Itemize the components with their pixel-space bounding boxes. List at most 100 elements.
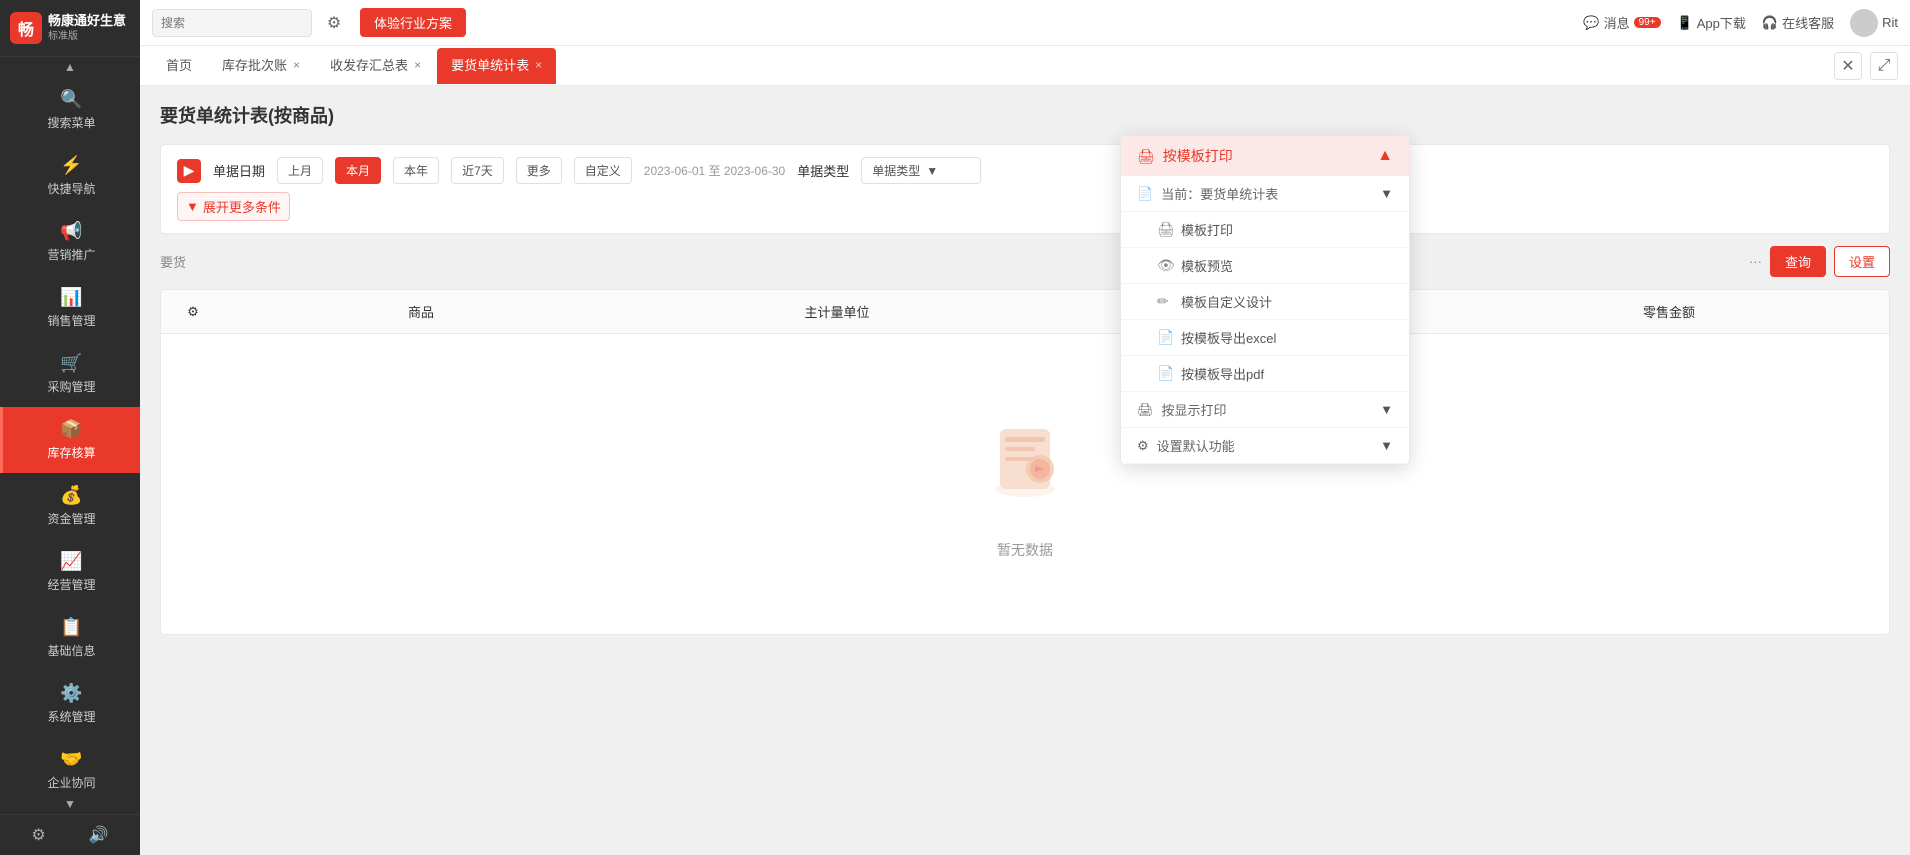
template-preview-label: 模板预览 [1181,256,1233,275]
sidebar-nav: 🔍 搜索菜单 ⚡ 快捷导航 📢 营销推广 📊 销售管理 🛒 采购管理 📦 库存核… [0,77,140,794]
order-type-select[interactable]: 单据类型 ▼ [861,157,981,184]
app-download-label: App下载 [1697,13,1746,32]
export-excel-label: 按模板导出excel [1181,328,1276,347]
settings-bottom-icon[interactable]: ⚙ [31,825,45,845]
purchase-nav-icon: 🛒 [60,353,82,374]
template-design-button[interactable]: ✏ 模板自定义设计 [1121,284,1409,319]
settings-button[interactable]: 设置 [1834,246,1890,277]
sidebar-item-purchase[interactable]: 🛒 采购管理 [0,341,140,407]
tab-batch-accounts-label: 库存批次账 [222,55,287,74]
default-function-chevron: ▼ [1380,438,1393,453]
template-print-button[interactable]: 🖨 模板打印 [1121,212,1409,247]
default-function-left: ⚙ 设置默认功能 [1137,436,1235,455]
sidebar-item-inventory[interactable]: 📦 库存核算 [0,407,140,473]
export-pdf-button[interactable]: 📄 按模板导出pdf [1121,356,1409,391]
tab-batch-accounts-close[interactable]: × [293,58,300,72]
tab-expand-button[interactable]: ⤢ [1870,52,1898,80]
date-btn-more[interactable]: 更多 [516,157,562,184]
app-download-icon: 📱 [1677,15,1693,31]
display-print-button[interactable]: 🖨 按显示打印 ▼ [1121,392,1409,427]
template-print-icon: 🖨 [1157,221,1173,238]
expand-icon: ▼ [186,199,199,214]
sidebar-item-sales[interactable]: 📊 销售管理 [0,275,140,341]
table-header: ⚙ 商品 主计量单位 主数量 零售金额 [161,290,1889,334]
sidebar-item-label-shortcut: 快捷导航 [47,180,95,197]
display-print-label: 按显示打印 [1162,400,1227,419]
operation-nav-icon: 📈 [60,551,82,572]
sidebar-item-shortcut[interactable]: ⚡ 快捷导航 [0,143,140,209]
sidebar-item-corp[interactable]: 🤝 企业协同 [0,737,140,794]
tab-receipt-summary-close[interactable]: × [414,58,421,72]
app-download-button[interactable]: 📱 App下载 [1677,13,1746,32]
query-button[interactable]: 查询 [1770,246,1826,277]
template-design-item: ✏ 模板自定义设计 [1121,284,1409,320]
table-col-settings[interactable]: ⚙ [173,304,213,320]
table-col-product: 商品 [213,302,629,321]
sidebar: 畅 畅康通好生意 标准版 ▲ 🔍 搜索菜单 ⚡ 快捷导航 📢 营销推广 📊 销售… [0,0,140,855]
date-filter-label: 单据日期 [213,161,265,180]
tab-batch-accounts[interactable]: 库存批次账 × [208,48,314,84]
sidebar-item-label-operation: 经营管理 [47,576,95,593]
sidebar-item-label-sales: 销售管理 [47,312,95,329]
sidebar-bottom: ⚙ 🔊 [0,814,140,855]
tab-home-label: 首页 [166,55,192,74]
date-btn-7days[interactable]: 近7天 [451,157,504,184]
filter-toggle-button[interactable]: ▶ [177,159,201,183]
more-options-icon[interactable]: ··· [1749,254,1762,269]
scroll-up-arrow[interactable]: ▲ [60,57,80,77]
order-type-select-label: 单据类型 [872,162,920,179]
sidebar-item-basic[interactable]: 📋 基础信息 [0,605,140,671]
current-template-item[interactable]: 📄 当前：要货单统计表 ▼ [1121,176,1409,211]
tab-bar: 首页 库存批次账 × 收发存汇总表 × 要货单统计表 × ✕ ⤢ [140,46,1910,86]
sidebar-item-finance[interactable]: 💰 资金管理 [0,473,140,539]
settings-gear-icon[interactable]: ⚙ [320,9,348,37]
tab-receipt-summary[interactable]: 收发存汇总表 × [316,48,435,84]
sound-bottom-icon[interactable]: 🔊 [89,825,109,845]
scroll-down-arrow[interactable]: ▼ [60,794,80,814]
expand-more-conditions-button[interactable]: ▼ 展开更多条件 [177,192,290,221]
sidebar-item-label-search: 搜索菜单 [47,114,95,131]
sidebar-item-label-corp: 企业协同 [47,774,95,791]
table-col-unit: 主计量单位 [629,302,1045,321]
sidebar-item-marketing[interactable]: 📢 营销推广 [0,209,140,275]
order-type-filter-label: 单据类型 [797,161,849,180]
date-btn-current-year[interactable]: 本年 [393,157,439,184]
export-excel-button[interactable]: 📄 按模板导出excel [1121,320,1409,355]
display-print-section: 🖨 按显示打印 ▼ [1121,392,1409,428]
dropdown-up-icon[interactable]: ▲ [1377,147,1393,165]
search-input[interactable] [152,9,312,37]
tab-order-stats[interactable]: 要货单统计表 × [437,48,556,84]
tab-order-stats-close[interactable]: × [535,58,542,72]
sidebar-item-search[interactable]: 🔍 搜索菜单 [0,77,140,143]
corp-nav-icon: 🤝 [60,749,82,770]
date-btn-current-month[interactable]: 本月 [335,157,381,184]
messages-button[interactable]: 💬 消息 99+ [1583,13,1660,32]
dropdown-header[interactable]: 🖨 按模板打印 ▲ [1121,136,1409,176]
online-service-button[interactable]: 🎧 在线客服 [1762,13,1834,32]
tab-close-all-button[interactable]: ✕ [1834,52,1862,80]
export-pdf-item: 📄 按模板导出pdf [1121,356,1409,392]
table-body-empty: 暂无数据 [161,334,1889,634]
app-name: 畅康通好生意 [48,12,126,30]
default-function-button[interactable]: ⚙ 设置默认功能 ▼ [1121,428,1409,463]
table-col-amount: 零售金额 [1461,302,1877,321]
sidebar-item-system[interactable]: ⚙️ 系统管理 [0,671,140,737]
tab-home[interactable]: 首页 [152,48,206,84]
display-print-chevron: ▼ [1380,402,1393,417]
sidebar-item-label-basic: 基础信息 [47,642,95,659]
template-preview-button[interactable]: 👁 模板预览 [1121,248,1409,283]
scroll-up-btn[interactable]: ▲ [0,57,140,77]
template-design-icon: ✏ [1157,293,1173,310]
system-nav-icon: ⚙️ [60,683,82,704]
scroll-down-btn[interactable]: ▼ [0,794,140,814]
date-btn-custom[interactable]: 自定义 [574,157,632,184]
date-btn-last-month[interactable]: 上月 [277,157,323,184]
trial-button[interactable]: 体验行业方案 [360,8,466,37]
sidebar-item-operation[interactable]: 📈 经营管理 [0,539,140,605]
basic-nav-icon: 📋 [60,617,82,638]
user-avatar-area[interactable]: Rit [1850,9,1898,37]
topbar: ⚙ 体验行业方案 💬 消息 99+ 📱 App下载 🎧 在线客服 Rit [140,0,1910,46]
print-header-icon: 🖨 [1137,148,1155,165]
template-preview-icon: 👁 [1157,257,1173,274]
template-preview-item: 👁 模板预览 [1121,248,1409,284]
